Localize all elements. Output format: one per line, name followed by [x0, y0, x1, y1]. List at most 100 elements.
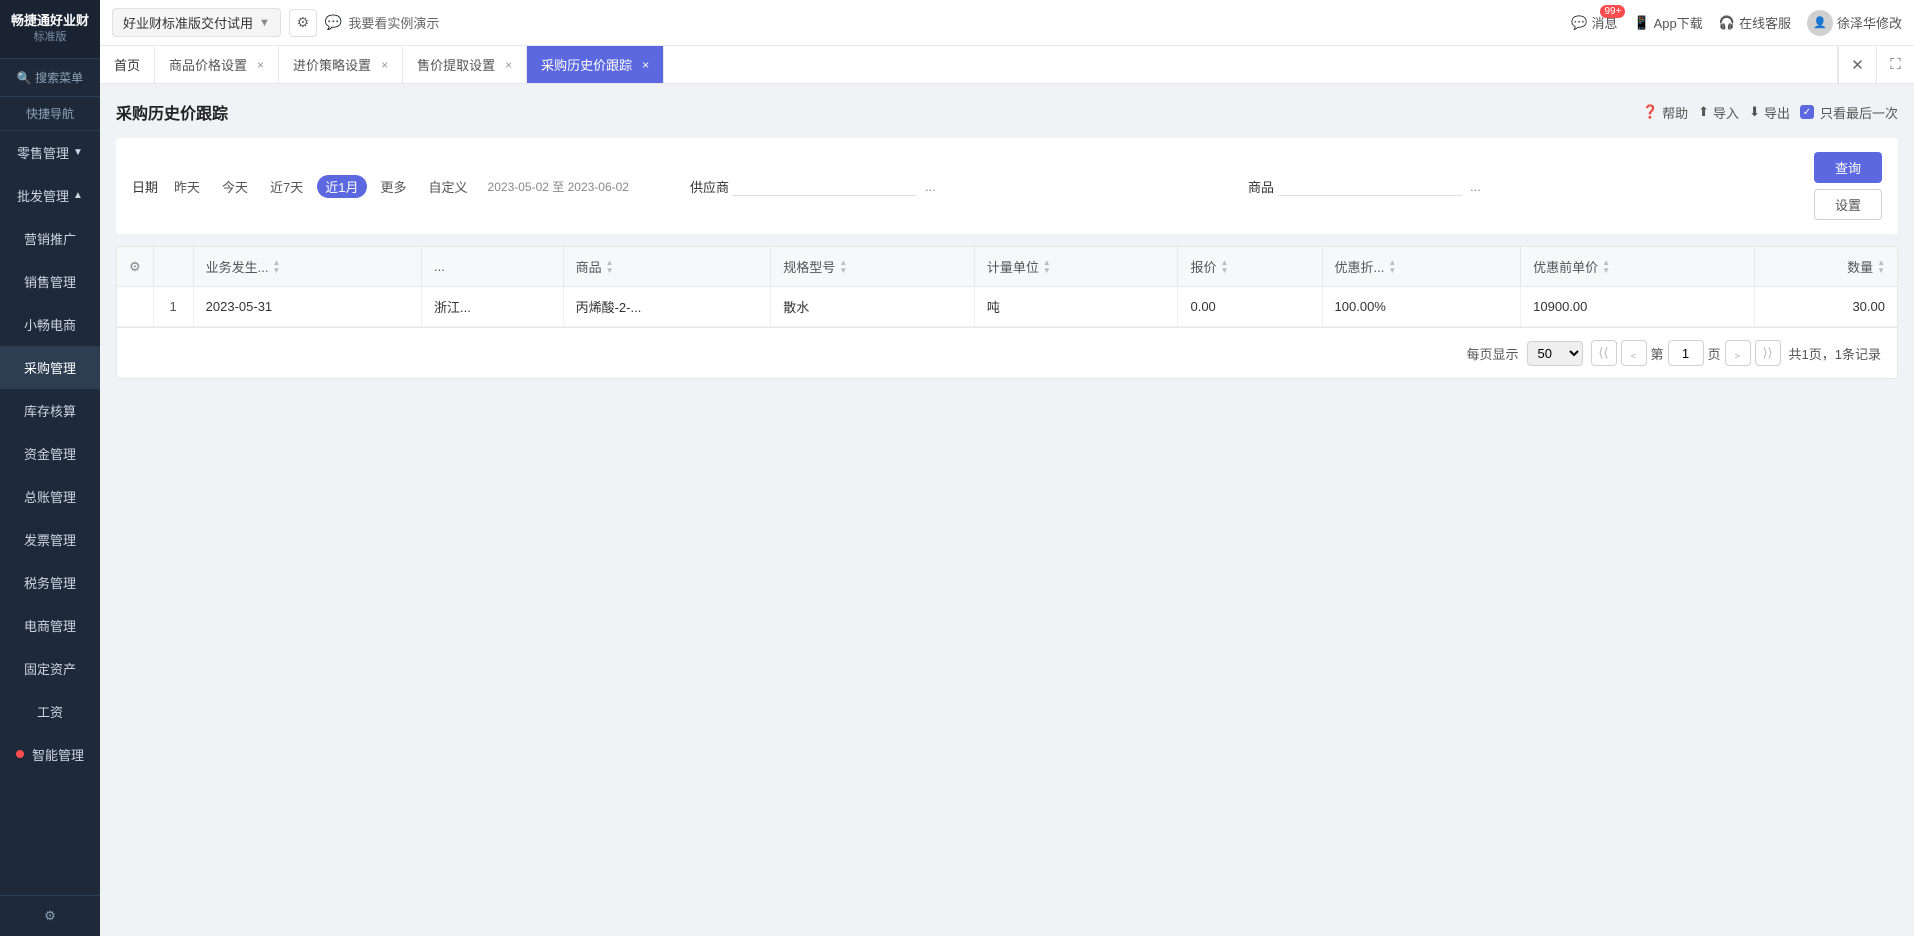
demo-label: 我要看实例演示	[348, 13, 439, 32]
page-unit: 页	[1708, 344, 1721, 363]
sidebar-item-invoice[interactable]: 发票管理	[0, 518, 100, 561]
tab-goods-price[interactable]: 商品价格设置 ×	[155, 46, 279, 83]
goods-input[interactable]	[1278, 176, 1462, 196]
column-settings-icon[interactable]: ⚙	[129, 259, 141, 274]
demo-button[interactable]: 我要看实例演示	[325, 13, 439, 32]
tab-home[interactable]: 首页	[100, 46, 155, 83]
page-number-input[interactable]	[1668, 340, 1704, 366]
user-menu[interactable]: 👤 徐泽华修改	[1807, 10, 1902, 36]
topbar-left: 好业财标准版交付试用 ▼ ⚙ 我要看实例演示	[112, 8, 439, 37]
help-button[interactable]: ❓ 帮助	[1642, 103, 1688, 122]
cell-num: 1	[153, 287, 193, 327]
close-tab-button[interactable]: ✕	[1838, 46, 1876, 83]
user-name: 徐泽华修改	[1837, 13, 1902, 32]
th-settings: ⚙	[117, 247, 153, 287]
th-pre-discount[interactable]: 优惠前单价 ▲▼	[1521, 247, 1754, 287]
app-title: 畅捷通好业财	[8, 12, 92, 30]
goods-more-btn[interactable]: ...	[1470, 179, 1481, 194]
sidebar-item-tax[interactable]: 税务管理	[0, 561, 100, 604]
settings-icon: ⚙	[297, 14, 310, 31]
sidebar-bottom-settings[interactable]: ⚙	[0, 895, 100, 936]
date-btn-more[interactable]: 更多	[373, 175, 415, 198]
th-price[interactable]: 报价 ▲▼	[1178, 247, 1322, 287]
sort-icon: ▲▼	[1388, 259, 1396, 275]
date-btn-1month[interactable]: 近1月	[317, 175, 366, 198]
cell-discount: 100.00%	[1322, 287, 1521, 327]
app-subtitle: 标准版	[8, 30, 92, 45]
th-date[interactable]: 业务发生... ▲▼	[193, 247, 421, 287]
close-icon[interactable]: ×	[381, 58, 388, 72]
date-options: 昨天 今天 近7天 近1月 更多 自定义	[166, 175, 476, 198]
first-page-button[interactable]: ⟨⟨	[1591, 340, 1617, 366]
date-btn-custom[interactable]: 自定义	[421, 175, 476, 198]
table-header-row: ⚙ 业务发生... ▲▼ ...	[117, 247, 1897, 287]
next-page-button[interactable]: ﹥	[1725, 340, 1751, 366]
goods-filter: 商品 ...	[1248, 176, 1806, 196]
message-button[interactable]: 💬 消息 99+	[1571, 13, 1617, 32]
sort-icon: ▲▼	[1877, 259, 1885, 275]
sidebar-item-retail[interactable]: 零售管理 ▼	[0, 131, 100, 174]
sidebar-item-wholesale[interactable]: 批发管理 ▲	[0, 174, 100, 217]
date-btn-today[interactable]: 今天	[214, 175, 256, 198]
version-label: 好业财标准版交付试用	[123, 13, 253, 32]
sort-icon: ▲▼	[273, 259, 281, 275]
date-btn-yesterday[interactable]: 昨天	[166, 175, 208, 198]
goods-label: 商品	[1248, 177, 1274, 196]
export-icon: ⬇	[1749, 104, 1760, 120]
th-unit[interactable]: 计量单位 ▲▼	[974, 247, 1178, 287]
filter-settings-button[interactable]: 设置	[1814, 189, 1882, 220]
th-extra[interactable]: ...	[422, 247, 564, 287]
date-btn-7days[interactable]: 近7天	[262, 175, 311, 198]
last-page-button[interactable]: ⟩⟩	[1755, 340, 1781, 366]
sidebar-item-ledger[interactable]: 总账管理	[0, 475, 100, 518]
cell-price: 0.00	[1178, 287, 1322, 327]
app-download-button[interactable]: 📱 App下载	[1633, 13, 1702, 32]
sidebar-item-search[interactable]: 🔍 搜索菜单	[0, 59, 100, 97]
th-goods[interactable]: 商品 ▲▼	[563, 247, 771, 287]
close-icon[interactable]: ×	[505, 58, 512, 72]
sidebar-item-finance[interactable]: 资金管理	[0, 432, 100, 475]
sidebar: 畅捷通好业财 标准版 🔍 搜索菜单 快捷导航 零售管理 ▼ 批发管理 ▲ 营销推…	[0, 0, 100, 936]
message-icon: 💬	[1571, 15, 1587, 31]
tab-purchase-history[interactable]: 采购历史价跟踪 ×	[527, 46, 664, 83]
export-button[interactable]: ⬇ 导出	[1749, 103, 1790, 122]
import-button[interactable]: ⬆ 导入	[1698, 103, 1739, 122]
sidebar-item-smart-mgmt[interactable]: 智能管理	[0, 733, 100, 776]
tab-pricing-strategy[interactable]: 进价策略设置 ×	[279, 46, 403, 83]
close-icon[interactable]: ×	[257, 58, 264, 72]
prev-page-button[interactable]: ﹤	[1621, 340, 1647, 366]
sidebar-item-ecommerce[interactable]: 电商管理	[0, 604, 100, 647]
dot-indicator	[16, 750, 24, 758]
import-icon: ⬆	[1698, 104, 1709, 120]
topbar-settings-button[interactable]: ⚙	[289, 9, 317, 37]
supplier-more-btn[interactable]: ...	[925, 179, 936, 194]
sidebar-item-quick-nav[interactable]: 快捷导航	[0, 97, 100, 131]
gear-icon: ⚙	[44, 908, 56, 923]
tab-sale-price[interactable]: 售价提取设置 ×	[403, 46, 527, 83]
sidebar-item-marketing[interactable]: 营销推广	[0, 217, 100, 260]
checkbox-icon: ✓	[1800, 105, 1814, 119]
query-button[interactable]: 查询	[1814, 152, 1882, 183]
expand-tab-button[interactable]: ⛶	[1876, 46, 1914, 83]
topbar-right: 💬 消息 99+ 📱 App下载 🎧 在线客服 👤 徐泽华修改	[1571, 10, 1902, 36]
online-service-button[interactable]: 🎧 在线客服	[1719, 13, 1791, 32]
close-icon[interactable]: ×	[642, 58, 649, 72]
version-selector[interactable]: 好业财标准版交付试用 ▼	[112, 8, 281, 37]
th-quantity[interactable]: 数量 ▲▼	[1754, 247, 1897, 287]
only-last-toggle[interactable]: ✓ 只看最后一次	[1800, 103, 1898, 122]
tabbar-controls: ✕ ⛶	[1837, 46, 1914, 83]
th-discount[interactable]: 优惠折... ▲▼	[1322, 247, 1521, 287]
supplier-input[interactable]	[733, 176, 917, 196]
sidebar-item-purchase[interactable]: 采购管理	[0, 346, 100, 389]
supplier-filter: 供应商 ...	[690, 176, 1248, 196]
sidebar-item-fixed-assets[interactable]: 固定资产	[0, 647, 100, 690]
sidebar-item-inventory[interactable]: 库存核算	[0, 389, 100, 432]
sidebar-item-sales[interactable]: 销售管理	[0, 260, 100, 303]
per-page-select[interactable]: 50 100 200	[1527, 341, 1583, 366]
sidebar-item-ecommerce-small[interactable]: 小畅电商	[0, 303, 100, 346]
th-spec[interactable]: 规格型号 ▲▼	[771, 247, 975, 287]
th-num	[153, 247, 193, 287]
sidebar-item-payroll[interactable]: 工资	[0, 690, 100, 733]
avatar: 👤	[1807, 10, 1833, 36]
page-title: 采购历史价跟踪	[116, 100, 228, 124]
